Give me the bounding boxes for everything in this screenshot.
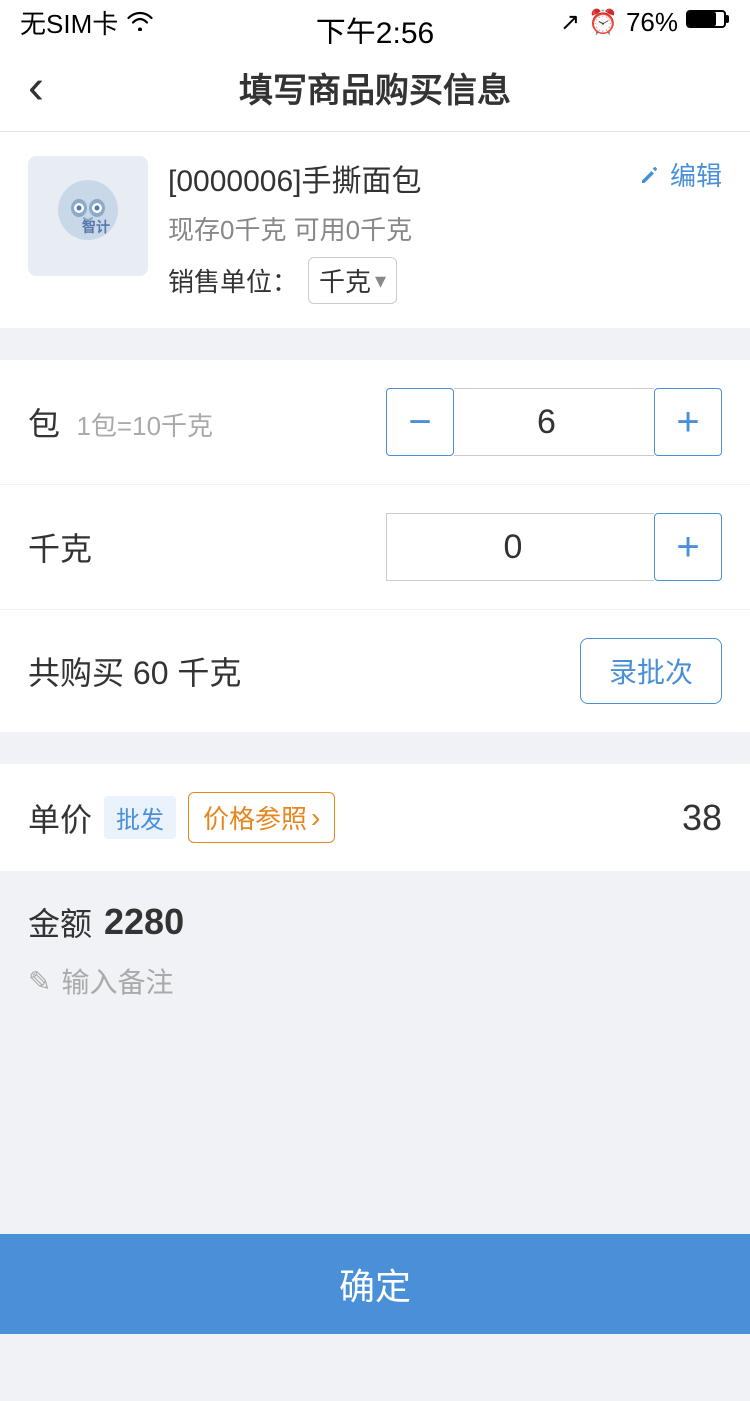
location-icon: ↗ <box>560 8 580 37</box>
batch-button[interactable]: 录批次 <box>580 638 722 704</box>
price-value: 38 <box>682 797 722 839</box>
amount-section: 金额 2280 ✎ 输入备注 <box>0 871 750 1001</box>
product-name: [0000006]手撕面包 <box>168 156 638 200</box>
page-title: 填写商品购买信息 <box>239 63 511 112</box>
unit-label: 销售单位： <box>168 262 298 299</box>
price-label: 单价 <box>28 795 92 841</box>
edit-button[interactable]: 编辑 <box>638 156 722 193</box>
total-text: 共购买 60 千克 <box>28 648 241 694</box>
kg-quantity-row: 千克 + <box>0 485 750 610</box>
product-logo-icon: 智计 <box>52 174 124 258</box>
product-unit-row: 销售单位： 千克 ▾ <box>168 257 722 304</box>
product-card: 智计 [0000006]手撕面包 编辑 现存0千克 可用0千克 销售单位： 千克… <box>0 132 750 328</box>
bao-quantity-controls: − + <box>386 388 722 456</box>
divider-2 <box>0 732 750 748</box>
bao-plus-button[interactable]: + <box>654 388 722 456</box>
remark-row[interactable]: ✎ 输入备注 <box>28 961 722 1001</box>
empty-area <box>0 1001 750 1401</box>
price-ref-button[interactable]: 价格参照 › <box>188 792 335 843</box>
status-bar: 无SIM卡 下午2:56 ↗ ⏰ 76% <box>0 0 750 44</box>
price-tag: 批发 <box>104 796 176 839</box>
total-row: 共购买 60 千克 录批次 <box>0 610 750 732</box>
unit-value: 千克 <box>319 262 371 299</box>
bao-quantity-row: 包 1包=10千克 − + <box>0 360 750 485</box>
edit-label[interactable]: 编辑 <box>670 156 722 193</box>
battery-label: 76% <box>626 7 678 38</box>
back-button[interactable] <box>28 60 44 115</box>
bao-label: 包 <box>28 406 60 442</box>
kg-plus-button[interactable]: + <box>654 513 722 581</box>
nav-bar: 填写商品购买信息 <box>0 44 750 132</box>
chevron-right-icon: › <box>311 802 320 834</box>
product-stock: 现存0千克 可用0千克 <box>168 210 722 247</box>
kg-quantity-input[interactable] <box>386 513 654 581</box>
product-image: 智计 <box>28 156 148 276</box>
battery-icon <box>686 8 730 37</box>
confirm-button[interactable]: 确定 <box>0 1234 750 1334</box>
kg-quantity-controls: + <box>386 513 722 581</box>
bao-hint: 1包=10千克 <box>76 411 213 441</box>
amount-value: 2280 <box>104 901 184 943</box>
bao-quantity-input[interactable] <box>454 388 654 456</box>
divider-1 <box>0 344 750 360</box>
amount-label: 金额 <box>28 899 92 945</box>
status-left: 无SIM卡 <box>20 4 154 41</box>
kg-label-group: 千克 <box>28 524 92 570</box>
amount-row: 金额 2280 <box>28 899 722 945</box>
svg-text:智计: 智计 <box>81 219 110 235</box>
remark-label: 输入备注 <box>61 961 173 1001</box>
product-header: [0000006]手撕面包 编辑 <box>168 156 722 200</box>
alarm-icon: ⏰ <box>588 8 618 37</box>
status-right: ↗ ⏰ 76% <box>560 7 730 38</box>
price-ref-label: 价格参照 <box>203 799 307 836</box>
wifi-icon <box>126 7 154 38</box>
pencil-icon: ✎ <box>28 965 51 998</box>
bao-label-group: 包 1包=10千克 <box>28 399 213 445</box>
unit-select[interactable]: 千克 ▾ <box>308 257 397 304</box>
chevron-down-icon: ▾ <box>375 268 386 294</box>
bao-minus-button[interactable]: − <box>386 388 454 456</box>
product-info: [0000006]手撕面包 编辑 现存0千克 可用0千克 销售单位： 千克 ▾ <box>168 156 722 304</box>
carrier-label: 无SIM卡 <box>20 4 118 41</box>
price-section: 单价 批发 价格参照 › 38 <box>0 764 750 871</box>
price-label-row: 单价 批发 价格参照 › <box>28 792 335 843</box>
kg-label: 千克 <box>28 531 92 567</box>
